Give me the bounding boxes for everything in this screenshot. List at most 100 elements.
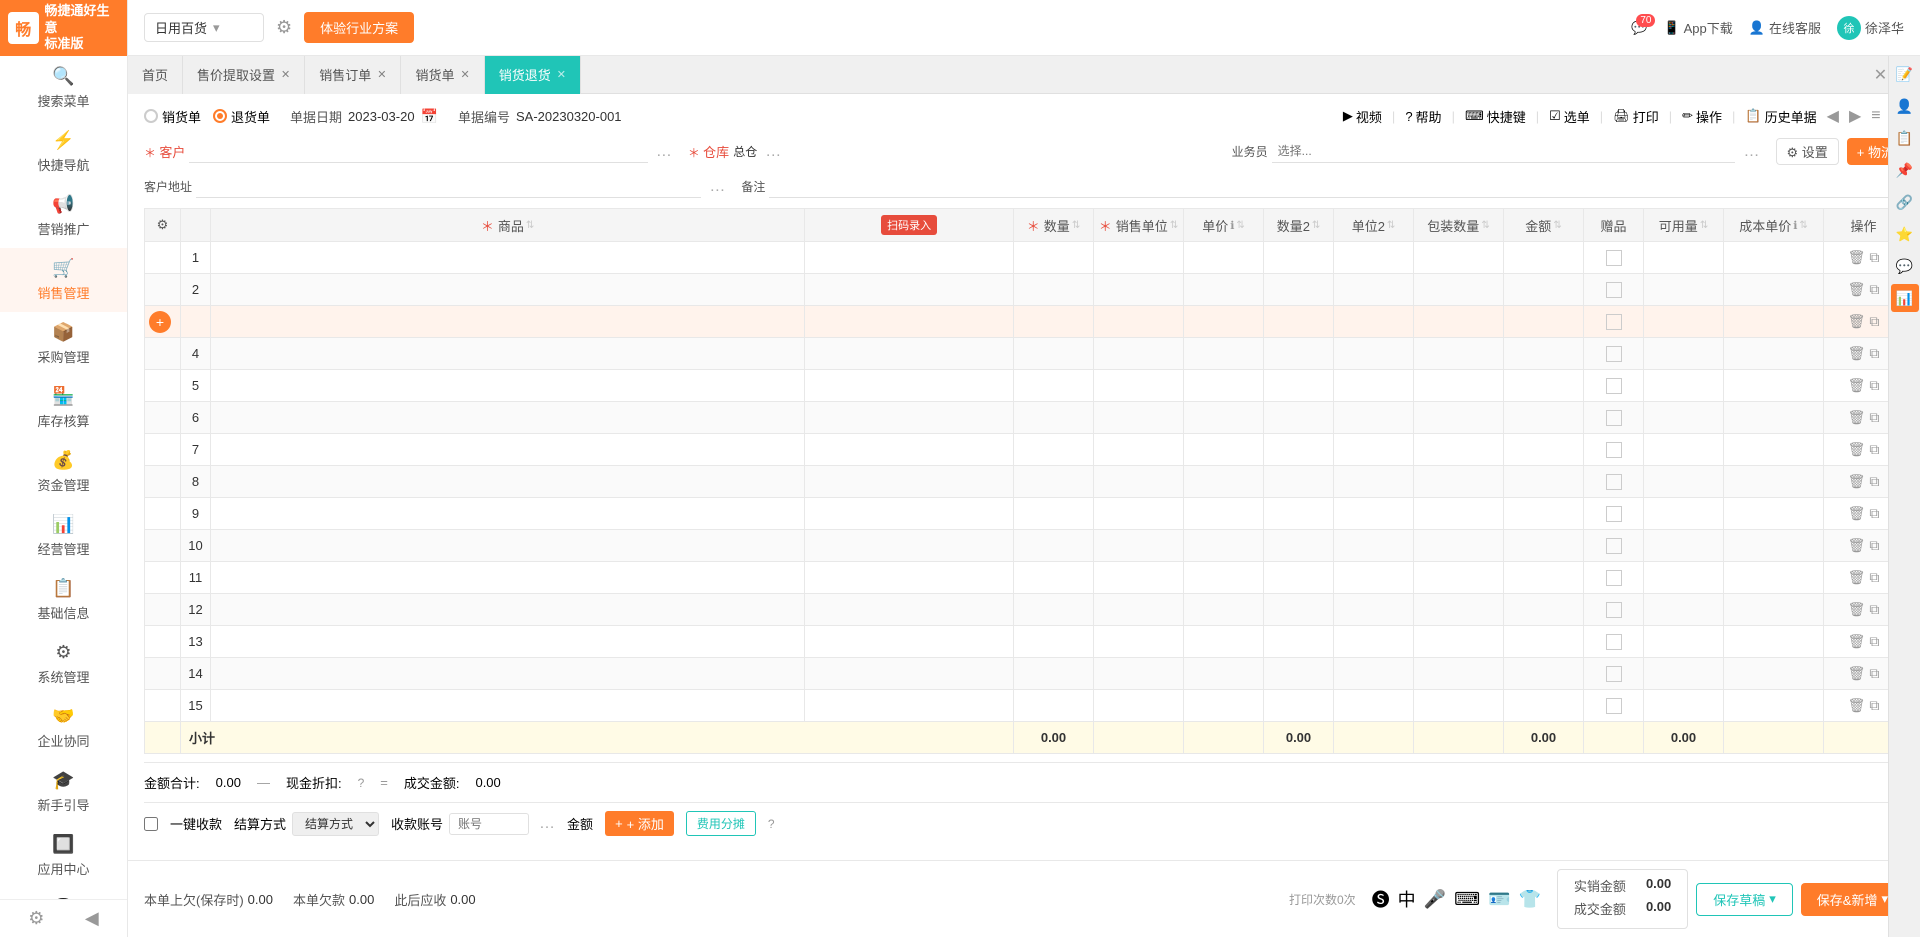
th-scan[interactable]: 扫码录入: [805, 209, 1014, 242]
cost-info-icon[interactable]: ℹ: [1793, 219, 1797, 232]
sidebar-item-apps[interactable]: 🔲 应用中心: [0, 824, 127, 888]
delete-icon[interactable]: 🗑: [1848, 345, 1866, 362]
delete-icon-1[interactable]: 🗑: [1848, 249, 1866, 266]
list-view-icon[interactable]: ≡: [1871, 107, 1880, 125]
delete-icon-3[interactable]: 🗑: [1848, 313, 1866, 330]
copy-icon-2[interactable]: ⧉: [1869, 281, 1879, 298]
delete-icon[interactable]: 🗑: [1848, 377, 1866, 394]
copy-icon[interactable]: ⧉: [1869, 473, 1879, 490]
sidebar-item-basics[interactable]: 📋 基础信息: [0, 568, 127, 632]
toolbar-ops[interactable]: ✏ 操作: [1682, 107, 1722, 126]
copy-icon[interactable]: ⧉: [1869, 633, 1879, 650]
setting-button[interactable]: ⚙ 设置: [1776, 138, 1839, 165]
delete-icon[interactable]: 🗑: [1848, 569, 1866, 586]
addr-dots[interactable]: …: [709, 178, 725, 196]
delete-icon[interactable]: 🗑: [1848, 633, 1866, 650]
price-info-icon[interactable]: ℹ: [1230, 219, 1234, 232]
gift-checkbox[interactable]: [1606, 410, 1622, 426]
delete-icon[interactable]: 🗑: [1848, 537, 1866, 554]
sort-price-icon[interactable]: ⇅: [1236, 220, 1244, 231]
sidebar-item-finance[interactable]: 💰 资金管理: [0, 440, 127, 504]
copy-icon[interactable]: ⧉: [1869, 601, 1879, 618]
sidebar-item-system[interactable]: ⚙ 系统管理: [0, 632, 127, 696]
copy-icon[interactable]: ⧉: [1869, 697, 1879, 714]
delete-icon[interactable]: 🗑: [1848, 505, 1866, 522]
add-row-button[interactable]: +: [149, 311, 171, 333]
exp-btn[interactable]: 体验行业方案: [304, 12, 414, 43]
sort-pack-icon[interactable]: ⇅: [1481, 220, 1489, 231]
tab-close-icon[interactable]: ✕: [377, 68, 386, 81]
gift-checkbox[interactable]: [1606, 602, 1622, 618]
tab-close-icon[interactable]: ✕: [557, 68, 566, 81]
sidebar-item-enterprise[interactable]: 🤝 企业协同: [0, 696, 127, 760]
copy-icon[interactable]: ⧉: [1869, 505, 1879, 522]
sort-unit-icon[interactable]: ⇅: [1170, 220, 1178, 231]
feiyong-button[interactable]: 费用分摊: [686, 811, 756, 836]
tab-price-setting[interactable]: 售价提取设置 ✕: [183, 56, 305, 94]
customer-input[interactable]: [189, 140, 647, 163]
account-dots[interactable]: …: [539, 815, 555, 833]
sort-unit2-icon[interactable]: ⇅: [1387, 220, 1395, 231]
topbar-gear-icon[interactable]: ⚙: [276, 17, 292, 38]
sort-qty-icon[interactable]: ⇅: [1072, 220, 1080, 231]
settings-bottom-icon[interactable]: ⚙: [28, 908, 44, 929]
sidebar-item-sales[interactable]: 🛒 销售管理: [0, 248, 127, 312]
sort-avail-icon[interactable]: ⇅: [1700, 220, 1708, 231]
copy-icon[interactable]: ⧉: [1869, 537, 1879, 554]
feiyong-help-icon[interactable]: ?: [768, 817, 775, 831]
close-all-icon[interactable]: ✕: [1874, 65, 1887, 85]
gift-checkbox-1[interactable]: [1606, 250, 1622, 266]
message-badge-wrap[interactable]: 💬 70: [1631, 20, 1647, 36]
toolbar-select[interactable]: ☑ 选单: [1549, 107, 1590, 126]
sp-icon-6[interactable]: ⭐: [1891, 220, 1919, 248]
warehouse-dots[interactable]: …: [765, 143, 781, 161]
toolbar-history[interactable]: 📋 历史单据: [1745, 107, 1816, 126]
radio-xiaohuo[interactable]: 销货单: [144, 107, 201, 126]
app-download-item[interactable]: 📱 App下载: [1663, 18, 1732, 37]
sort-goods-icon[interactable]: ⇅: [526, 220, 534, 231]
sidebar-item-newbie[interactable]: 🎓 新手引导: [0, 760, 127, 824]
toolbar-print[interactable]: 🖨 打印: [1613, 107, 1659, 126]
method-select[interactable]: 结算方式: [292, 812, 379, 836]
sidebar-item-purchase[interactable]: 📦 采购管理: [0, 312, 127, 376]
calendar-icon[interactable]: 📅: [421, 108, 438, 125]
gift-checkbox-3[interactable]: [1606, 314, 1622, 330]
gift-checkbox[interactable]: [1606, 634, 1622, 650]
gift-checkbox[interactable]: [1606, 538, 1622, 554]
copy-icon[interactable]: ⧉: [1869, 345, 1879, 362]
delete-icon[interactable]: 🗑: [1848, 665, 1866, 682]
sidebar-item-shortcut[interactable]: ⚡ 快捷导航: [0, 120, 127, 184]
account-input[interactable]: [449, 813, 529, 835]
sp-icon-2[interactable]: 👤: [1891, 92, 1919, 120]
sidebar-item-search[interactable]: 🔍 搜索菜单: [0, 56, 127, 120]
one-click-checkbox[interactable]: [144, 817, 158, 831]
save-draft-button[interactable]: 保存草稿 ▾: [1696, 883, 1793, 916]
user-item[interactable]: 徐 徐泽华: [1837, 16, 1904, 40]
gift-checkbox[interactable]: [1606, 378, 1622, 394]
copy-icon[interactable]: ⧉: [1869, 569, 1879, 586]
delete-icon[interactable]: 🗑: [1848, 441, 1866, 458]
remark-input[interactable]: [769, 175, 1904, 198]
copy-icon[interactable]: ⧉: [1869, 441, 1879, 458]
gift-checkbox[interactable]: [1606, 698, 1622, 714]
sort-qty2-icon[interactable]: ⇅: [1312, 220, 1320, 231]
sort-amount-icon[interactable]: ⇅: [1553, 220, 1561, 231]
gift-checkbox[interactable]: [1606, 346, 1622, 362]
sidebar-item-marketing[interactable]: 📢 营销推广: [0, 184, 127, 248]
delete-icon-2[interactable]: 🗑: [1848, 281, 1866, 298]
gift-checkbox[interactable]: [1606, 570, 1622, 586]
sp-icon-1[interactable]: 📝: [1891, 60, 1919, 88]
delete-icon[interactable]: 🗑: [1848, 409, 1866, 426]
add-payment-button[interactable]: + + 添加: [605, 811, 674, 836]
tab-home[interactable]: 首页: [128, 56, 183, 94]
delete-icon[interactable]: 🗑: [1848, 697, 1866, 714]
radio-tuihuo[interactable]: 退货单: [213, 107, 270, 126]
tab-sales-bill[interactable]: 销货单 ✕: [401, 56, 484, 94]
industry-select[interactable]: 日用百货 ▾: [144, 13, 264, 42]
gift-checkbox[interactable]: [1606, 506, 1622, 522]
copy-icon[interactable]: ⧉: [1869, 409, 1879, 426]
nav-prev-icon[interactable]: ◀: [1827, 106, 1839, 126]
sp-icon-3[interactable]: 📋: [1891, 124, 1919, 152]
sidebar-item-operations[interactable]: 📊 经营管理: [0, 504, 127, 568]
tab-sales-return[interactable]: 销货退货 ✕: [485, 56, 581, 94]
